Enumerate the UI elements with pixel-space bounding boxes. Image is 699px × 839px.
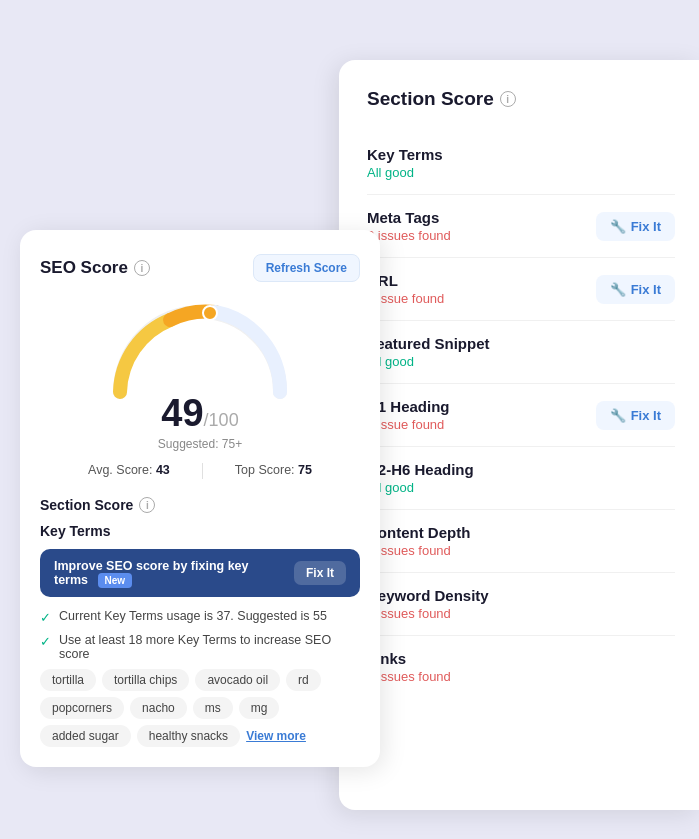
score-row-left: H2-H6 Heading All good <box>367 461 474 495</box>
row-title: H2-H6 Heading <box>367 461 474 478</box>
row-title: Keyword Density <box>367 587 489 604</box>
tag: healthy snacks <box>137 725 240 747</box>
score-rows-list: Key Terms All good Meta Tags 2 issues found… <box>367 132 675 698</box>
row-status: All good <box>367 165 443 180</box>
gauge-score-text: 49/100 <box>161 392 238 435</box>
top-score-label: Top Score: 75 <box>235 463 312 479</box>
avg-score-label: Avg. Score: 43 <box>88 463 170 479</box>
row-title: Meta Tags <box>367 209 451 226</box>
tag: ms <box>193 697 233 719</box>
svg-point-0 <box>203 306 217 320</box>
score-row: H2-H6 Heading All good <box>367 447 675 510</box>
top-score-value: 75 <box>298 463 312 477</box>
fix-it-button[interactable]: 🔧 Fix It <box>596 401 675 430</box>
tag: avocado oil <box>195 669 280 691</box>
new-badge: New <box>98 573 133 588</box>
seo-score-title-group: SEO Score i <box>40 258 150 278</box>
improve-banner: Improve SEO score by fixing key terms Ne… <box>40 549 360 597</box>
tags-row: tortilla tortilla chips avocado oil rd popco… <box>40 669 360 747</box>
seo-score-label: SEO Score <box>40 258 128 278</box>
section-score-info-icon[interactable]: i <box>500 91 516 107</box>
fix-it-button[interactable]: 🔧 Fix It <box>596 212 675 241</box>
left-panel: SEO Score i Refresh Score 49/100 Suggest… <box>20 230 380 767</box>
gauge-score-max: /100 <box>204 410 239 430</box>
tag: tortilla <box>40 669 96 691</box>
divider <box>202 463 203 479</box>
gauge-suggested: Suggested: 75+ <box>158 437 242 451</box>
score-row-left: Content Depth 6 issues found <box>367 524 470 558</box>
tag: mg <box>239 697 280 719</box>
improve-fix-button[interactable]: Fix It <box>294 561 346 585</box>
score-row: Content Depth 6 issues found <box>367 510 675 573</box>
score-row-left: Meta Tags 2 issues found <box>367 209 451 243</box>
check-icon: ✓ <box>40 610 51 625</box>
score-row: URL1 issue found🔧 Fix It <box>367 258 675 321</box>
gauge-svg <box>100 292 300 402</box>
section-score-title: Section Score <box>367 88 494 110</box>
score-row: Keyword Density 2 issues found <box>367 573 675 636</box>
tag: added sugar <box>40 725 131 747</box>
row-title: Key Terms <box>367 146 443 163</box>
seo-score-info-icon[interactable]: i <box>134 260 150 276</box>
improve-banner-text: Improve SEO score by fixing key terms Ne… <box>54 559 286 587</box>
avg-score-value: 43 <box>156 463 170 477</box>
row-title: Featured Snippet <box>367 335 490 352</box>
left-section-score-info-icon[interactable]: i <box>139 497 155 513</box>
row-status: All good <box>367 354 490 369</box>
score-row: H1 Heading1 issue found🔧 Fix It <box>367 384 675 447</box>
gauge-container: 49/100 Suggested: 75+ <box>40 292 360 451</box>
key-term-items-list: ✓ Current Key Terms usage is 37. Suggeste… <box>40 609 360 661</box>
score-row: Key Terms All good <box>367 132 675 195</box>
score-row-left: Keyword Density 2 issues found <box>367 587 489 621</box>
row-title: Content Depth <box>367 524 470 541</box>
right-panel: Section Score i Key Terms All good Meta Ta… <box>339 60 699 810</box>
key-terms-label: Key Terms <box>40 523 360 539</box>
score-row: Links2 issues found <box>367 636 675 698</box>
tag: tortilla chips <box>102 669 189 691</box>
score-row-left: Featured Snippet All good <box>367 335 490 369</box>
refresh-score-button[interactable]: Refresh Score <box>253 254 360 282</box>
row-status: 2 issues found <box>367 228 451 243</box>
section-score-heading: Section Score i <box>367 88 675 110</box>
gauge-avg-top: Avg. Score: 43 Top Score: 75 <box>40 463 360 479</box>
view-more-button[interactable]: View more <box>246 725 306 747</box>
seo-score-header: SEO Score i Refresh Score <box>40 254 360 282</box>
tag: rd <box>286 669 321 691</box>
score-row-left: Key Terms All good <box>367 146 443 180</box>
check-icon: ✓ <box>40 634 51 649</box>
score-row: Featured Snippet All good <box>367 321 675 384</box>
score-row: Meta Tags 2 issues found 🔧 Fix It <box>367 195 675 258</box>
left-section-score-label: Section Score <box>40 497 133 513</box>
gauge-score-value: 49 <box>161 392 203 434</box>
row-status: 2 issues found <box>367 606 489 621</box>
key-term-item: ✓ Use at least 18 more Key Terms to incre… <box>40 633 360 661</box>
left-section-score-heading: Section Score i <box>40 497 360 513</box>
tag: popcorners <box>40 697 124 719</box>
tag: nacho <box>130 697 187 719</box>
key-term-item: ✓ Current Key Terms usage is 37. Suggeste… <box>40 609 360 625</box>
row-status: All good <box>367 480 474 495</box>
fix-it-button[interactable]: 🔧 Fix It <box>596 275 675 304</box>
key-term-text: Use at least 18 more Key Terms to increa… <box>59 633 360 661</box>
row-status: 6 issues found <box>367 543 470 558</box>
key-term-text: Current Key Terms usage is 37. Suggested… <box>59 609 327 623</box>
